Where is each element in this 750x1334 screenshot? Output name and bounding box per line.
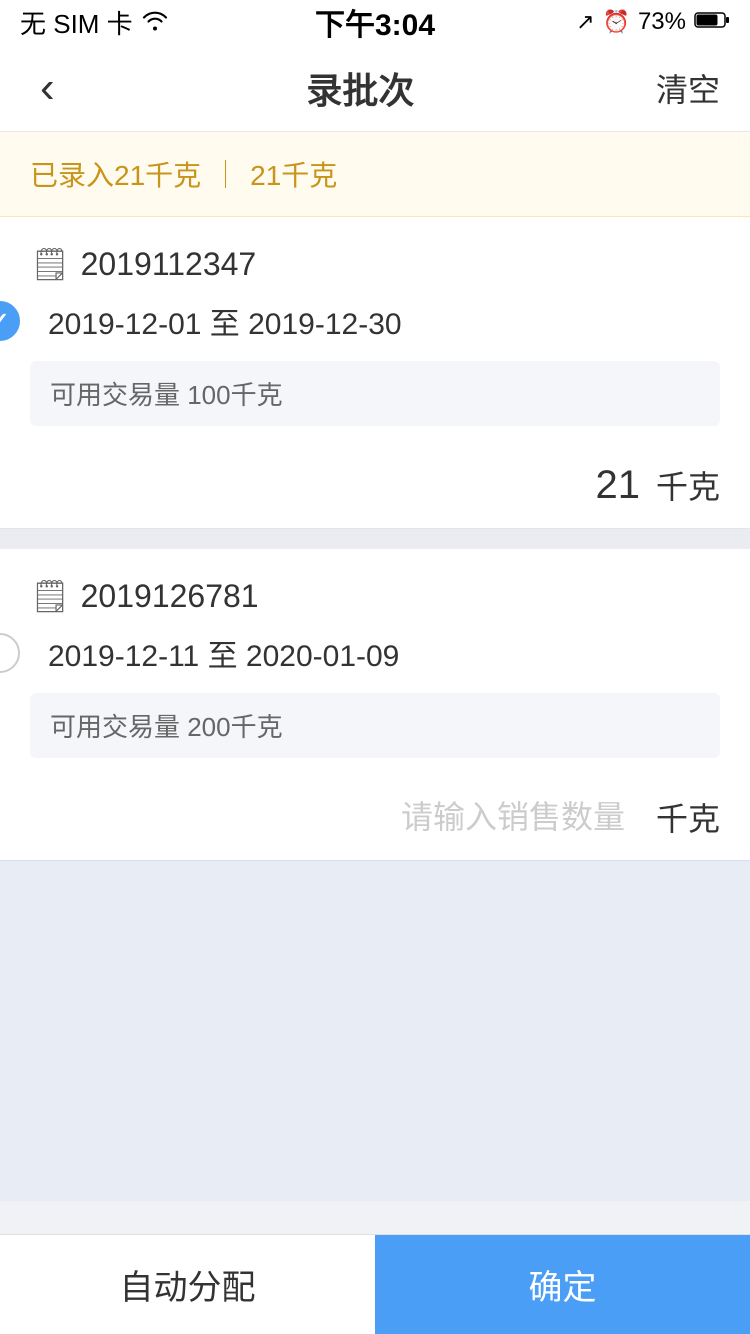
quantity-row-1: 21 千克 bbox=[0, 442, 750, 529]
clear-button[interactable]: 清空 bbox=[656, 65, 720, 111]
summary-label: 已录入21千克 bbox=[30, 154, 201, 194]
batch-date-row-2[interactable]: 2019-12-11 至 2020-01-09 bbox=[0, 623, 750, 683]
battery-text: 73% bbox=[638, 8, 686, 36]
doc-icon-1: 🗒 bbox=[30, 245, 71, 283]
confirm-button[interactable]: 确定 bbox=[375, 1235, 750, 1334]
batch-id-2: 2019126781 bbox=[81, 578, 259, 615]
summary-bar: 已录入21千克 21千克 bbox=[0, 132, 750, 217]
status-bar: 无 SIM 卡 下午3:04 ↗ ⏰ 73% bbox=[0, 0, 750, 44]
quantity-input-2[interactable] bbox=[220, 799, 640, 836]
radio-2[interactable] bbox=[0, 633, 20, 673]
nav-bar: ‹ 录批次 清空 bbox=[0, 44, 750, 132]
location-icon: ↗ bbox=[576, 9, 594, 35]
page-title: 录批次 bbox=[306, 62, 414, 114]
check-icon-1: ✓ bbox=[0, 308, 9, 334]
section-separator bbox=[0, 529, 750, 549]
batch-date-2: 2019-12-11 至 2020-01-09 bbox=[48, 631, 399, 675]
batch-availability-2: 可用交易量 200千克 bbox=[30, 693, 720, 758]
status-right: ↗ ⏰ 73% bbox=[576, 8, 730, 36]
quantity-row-2: 千克 bbox=[0, 774, 750, 861]
doc-icon-2: 🗒 bbox=[30, 577, 71, 615]
status-left: 无 SIM 卡 bbox=[20, 4, 169, 41]
batch-header-1: 🗒 2019112347 bbox=[0, 217, 750, 291]
radio-1[interactable]: ✓ bbox=[0, 301, 20, 341]
battery-icon bbox=[694, 8, 730, 36]
batch-availability-1: 可用交易量 100千克 bbox=[30, 361, 720, 426]
quantity-value-1: 21 bbox=[560, 463, 640, 508]
batch-date-row-1[interactable]: ✓ 2019-12-01 至 2019-12-30 bbox=[0, 291, 750, 351]
auto-distribute-button[interactable]: 自动分配 bbox=[0, 1235, 375, 1334]
batch-header-2: 🗒 2019126781 bbox=[0, 549, 750, 623]
batch-date-1: 2019-12-01 至 2019-12-30 bbox=[48, 299, 402, 343]
quantity-unit-2: 千克 bbox=[656, 794, 720, 840]
summary-divider bbox=[225, 160, 226, 188]
batch-card-1: 🗒 2019112347 ✓ 2019-12-01 至 2019-12-30 可… bbox=[0, 217, 750, 529]
alarm-icon: ⏰ bbox=[603, 9, 630, 35]
bottom-bar: 自动分配 确定 bbox=[0, 1234, 750, 1334]
carrier-text: 无 SIM 卡 bbox=[20, 4, 133, 41]
status-time: 下午3:04 bbox=[315, 0, 435, 44]
summary-value: 21千克 bbox=[250, 154, 337, 194]
batch-card-2: 🗒 2019126781 2019-12-11 至 2020-01-09 可用交… bbox=[0, 549, 750, 861]
back-button[interactable]: ‹ bbox=[30, 53, 65, 123]
batch-id-1: 2019112347 bbox=[81, 246, 257, 283]
quantity-unit-1: 千克 bbox=[656, 462, 720, 508]
wifi-icon bbox=[141, 7, 169, 38]
empty-area bbox=[0, 861, 750, 1201]
